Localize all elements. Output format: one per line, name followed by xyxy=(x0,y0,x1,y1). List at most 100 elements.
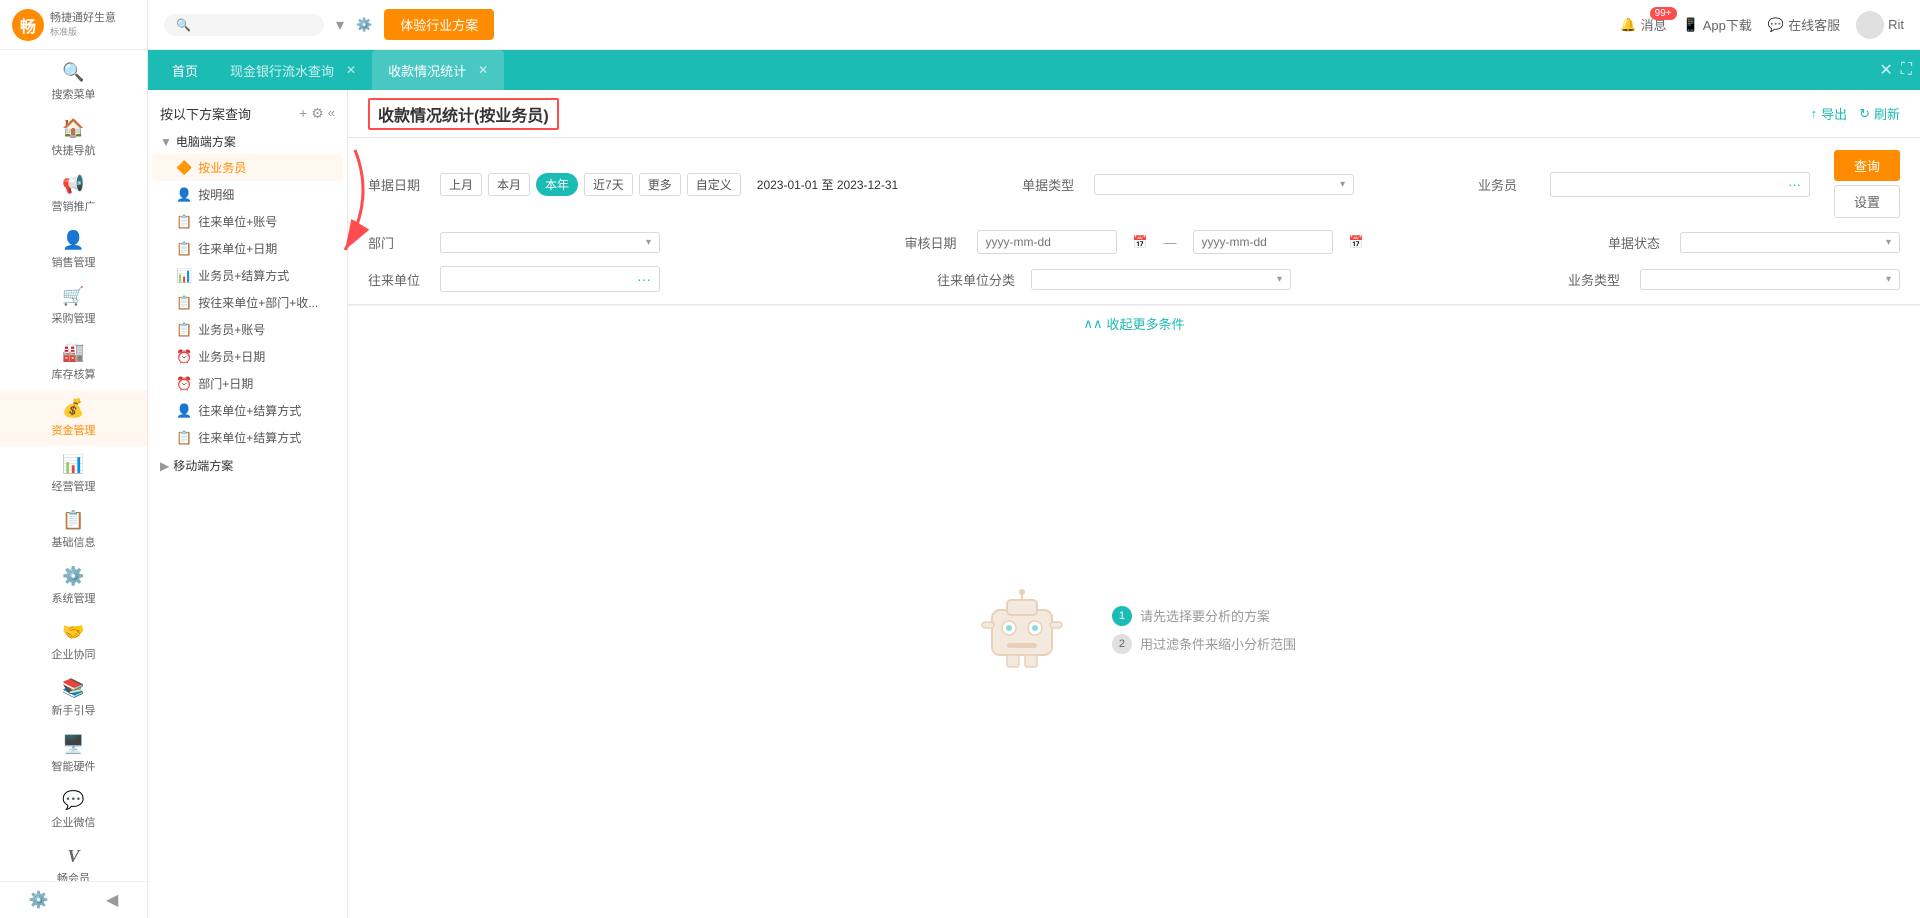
salesperson-select[interactable]: ··· xyxy=(1550,172,1810,197)
content-area: 按以下方案查询 + ⚙ « ▼ 电脑端方案 🔶 xyxy=(148,90,1920,918)
gear-icon[interactable]: ⚙️ xyxy=(356,17,372,33)
counterpart-select[interactable]: ··· xyxy=(440,266,660,292)
topbar-dropdown-icon[interactable]: ▾ xyxy=(336,15,344,35)
tree-item-unit-dept[interactable]: 📋 按往来单位+部门+收... xyxy=(152,289,343,316)
topbar-search[interactable]: 🔍 xyxy=(164,14,324,36)
collapse-up-icon: ∧∧ xyxy=(1083,316,1102,332)
trial-button[interactable]: 体验行业方案 xyxy=(384,9,494,40)
wechat-icon: 💬 xyxy=(62,790,84,811)
sidebar-item-wechat[interactable]: 💬 企业微信 xyxy=(0,782,147,838)
custom-date-btn[interactable]: 自定义 xyxy=(687,173,741,196)
robot-svg xyxy=(972,580,1072,680)
tree-item-dept-date[interactable]: ⏰ 部门+日期 xyxy=(152,370,343,397)
tab-collection[interactable]: 收款情况统计 ✕ xyxy=(372,50,504,90)
corp-icon: 🤝 xyxy=(62,622,84,643)
add-scheme-icon[interactable]: + xyxy=(299,105,307,122)
app-download-button[interactable]: 📱 App下载 xyxy=(1683,15,1752,34)
sidebar-item-sales[interactable]: 👤 销售管理 xyxy=(0,222,147,278)
counterpart-classify-select[interactable]: ▾ xyxy=(1031,269,1291,290)
dept-select[interactable]: ▾ xyxy=(440,232,660,253)
main: 🔍 ▾ ⚙️ 体验行业方案 🔔 消息 99+ 📱 App下载 💬 xyxy=(148,0,1920,918)
sidebar-item-quick-nav[interactable]: 🏠 快捷导航 xyxy=(0,110,147,166)
sidebar-item-system[interactable]: ⚙️ 系统管理 xyxy=(0,558,147,614)
tree-item-salesperson-account[interactable]: 📋 业务员+账号 xyxy=(152,316,343,343)
tab-bank[interactable]: 现金银行流水查询 ✕ xyxy=(214,50,372,90)
cal-icon-start: 📅 xyxy=(1133,235,1148,249)
last-month-btn[interactable]: 上月 xyxy=(440,173,482,196)
tab-home[interactable]: 首页 xyxy=(156,50,214,90)
service-icon: 💬 xyxy=(1768,17,1784,33)
topbar-left: 🔍 ▾ ⚙️ 体验行业方案 xyxy=(164,9,494,40)
counterpart-label: 往来单位 xyxy=(368,270,424,289)
bank-tab-close-icon[interactable]: ✕ xyxy=(346,63,356,77)
sidebar-item-operations[interactable]: 📊 经营管理 xyxy=(0,446,147,502)
this-year-btn[interactable]: 本年 xyxy=(536,173,578,196)
sidebar-item-purchase[interactable]: 🛒 采购管理 xyxy=(0,278,147,334)
counterpart-classify-chevron-icon: ▾ xyxy=(1277,274,1282,285)
salesperson-scheme-icon: 🔶 xyxy=(176,160,192,176)
unit-dept-icon: 📋 xyxy=(176,295,192,311)
counterpart-ellipsis-icon[interactable]: ··· xyxy=(637,271,651,287)
unit-date-icon: 📋 xyxy=(176,241,192,257)
filter-section: 单据日期 上月 本月 本年 近7天 更多 自定义 2023-01-01 至 20… xyxy=(348,138,1920,341)
collapse-button[interactable]: ∧∧ 收起更多条件 xyxy=(348,306,1920,341)
dept-chevron-icon: ▾ xyxy=(646,237,651,248)
online-service-button[interactable]: 💬 在线客服 xyxy=(1768,15,1840,34)
tree-item-by-salesperson[interactable]: 🔶 按业务员 xyxy=(152,154,343,181)
sidebar-item-search[interactable]: 🔍 搜索菜单 xyxy=(0,54,147,110)
tree-item-salesperson-settle[interactable]: 📊 业务员+结算方式 xyxy=(152,262,343,289)
sidebar-item-corp[interactable]: 🤝 企业协同 xyxy=(0,614,147,670)
filter-area: 单据日期 上月 本月 本年 近7天 更多 自定义 2023-01-01 至 20… xyxy=(348,138,1920,305)
inventory-icon: 🏭 xyxy=(62,342,84,363)
collection-tab-close-icon[interactable]: ✕ xyxy=(478,63,488,77)
tree-item-by-detail[interactable]: 👤 按明细 xyxy=(152,181,343,208)
review-date-start-input[interactable] xyxy=(977,230,1117,254)
desktop-group-label: 电脑端方案 xyxy=(176,133,236,150)
group-arrow-icon: ▼ xyxy=(160,135,172,149)
system-icon: ⚙️ xyxy=(62,566,84,587)
doc-type-select[interactable]: ▾ xyxy=(1094,174,1354,195)
sidebar-item-marketing[interactable]: 📢 营销推广 xyxy=(0,166,147,222)
collapse-panel-icon[interactable]: « xyxy=(328,105,335,122)
tab-expand-icon[interactable]: ⛶ xyxy=(1901,61,1912,79)
query-button[interactable]: 查询 xyxy=(1834,150,1900,181)
desktop-group-header[interactable]: ▼ 电脑端方案 xyxy=(152,129,343,154)
review-date-end-input[interactable] xyxy=(1193,230,1333,254)
doc-status-select[interactable]: ▾ xyxy=(1680,232,1900,253)
sidebar-item-basic[interactable]: 📋 基础信息 xyxy=(0,502,147,558)
tree-item-salesperson-date[interactable]: ⏰ 业务员+日期 xyxy=(152,343,343,370)
filter-row-1: 单据日期 上月 本月 本年 近7天 更多 自定义 2023-01-01 至 20… xyxy=(368,150,1900,218)
export-button[interactable]: ↑ 导出 xyxy=(1811,104,1848,123)
sidebar-item-finance[interactable]: 💰 资金管理 xyxy=(0,390,147,446)
tree-item-unit-settle1[interactable]: 👤 往来单位+结算方式 xyxy=(152,397,343,424)
tree-item-unit-account[interactable]: 📋 往来单位+账号 xyxy=(152,208,343,235)
sidebar-item-inventory[interactable]: 🏭 库存核算 xyxy=(0,334,147,390)
collapse-sidebar-icon[interactable]: ◀ xyxy=(106,890,118,910)
basic-icon: 📋 xyxy=(62,510,84,531)
message-button[interactable]: 🔔 消息 99+ xyxy=(1620,15,1666,34)
more-date-btn[interactable]: 更多 xyxy=(639,173,681,196)
finance-icon: 💰 xyxy=(62,398,84,419)
this-month-btn[interactable]: 本月 xyxy=(488,173,530,196)
sidebar-item-guide[interactable]: 📚 新手引导 xyxy=(0,670,147,726)
tree-item-label-salesperson-account: 业务员+账号 xyxy=(198,321,265,338)
refresh-button[interactable]: ↻ 刷新 xyxy=(1859,104,1900,123)
sidebar-item-hardware[interactable]: 🖥️ 智能硬件 xyxy=(0,726,147,782)
tree-item-label-unit-settle1: 往来单位+结算方式 xyxy=(198,402,301,419)
sidebar-item-member[interactable]: V 畅会员 xyxy=(0,838,147,881)
biz-type-select[interactable]: ▾ xyxy=(1640,269,1900,290)
settings-footer-icon[interactable]: ⚙️ xyxy=(29,890,49,910)
tab-close-all-icon[interactable]: ✕ xyxy=(1879,60,1892,80)
tree-item-unit-settle2[interactable]: 📋 往来单位+结算方式 xyxy=(152,424,343,451)
mobile-group-header[interactable]: ▶ 移动端方案 xyxy=(152,453,343,478)
last-7days-btn[interactable]: 近7天 xyxy=(584,173,633,196)
filter-row-3: 往来单位 ··· 往来单位分类 ▾ xyxy=(368,266,1900,292)
data-area: 1 请先选择要分析的方案 2 用过滤条件来缩小分析范围 xyxy=(348,341,1920,918)
tree-item-unit-date[interactable]: 📋 往来单位+日期 xyxy=(152,235,343,262)
user-area[interactable]: Rit xyxy=(1856,11,1904,39)
purchase-icon: 🛒 xyxy=(62,286,84,307)
operations-icon: 📊 xyxy=(62,454,84,475)
settings-scheme-icon[interactable]: ⚙ xyxy=(311,105,324,122)
set-button[interactable]: 设置 xyxy=(1834,185,1900,218)
panel-header: 按以下方案查询 + ⚙ « xyxy=(148,98,347,129)
